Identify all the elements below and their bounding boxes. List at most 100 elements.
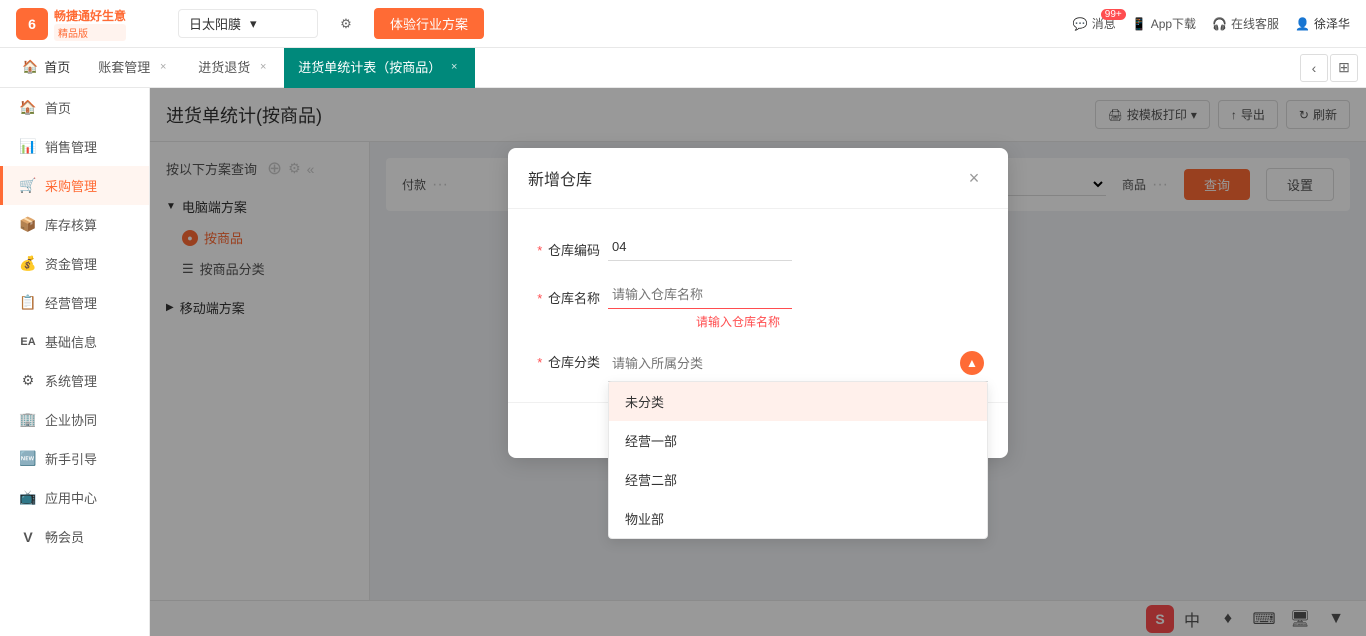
vip-icon: V — [19, 528, 37, 546]
sidebar: 🏠 首页 📊 销售管理 🛒 采购管理 📦 库存核算 💰 资金管理 📋 经营管理 … — [0, 88, 150, 636]
phone-icon: 📱 — [1132, 17, 1147, 31]
online-service-label: 在线客服 — [1231, 15, 1279, 32]
brand-name: 畅捷通好生意 — [54, 7, 126, 24]
store-selector[interactable]: 日太阳膜 ▾ — [178, 9, 318, 38]
sidebar-enterprise-label: 企业协同 — [45, 410, 97, 429]
brand-text: 畅捷通好生意 精品版 — [54, 7, 126, 41]
avatar-icon: 👤 — [1295, 17, 1310, 31]
sidebar-basic-info-label: 基础信息 — [45, 332, 97, 351]
sales-icon: 📊 — [19, 138, 37, 156]
option-dept1[interactable]: 经营一部 — [609, 421, 987, 460]
required-star-category: * — [537, 355, 542, 370]
home-icon: 🏠 — [22, 59, 38, 75]
guide-icon: 🆕 — [19, 450, 37, 468]
sidebar-item-guide[interactable]: 🆕 新手引导 — [0, 439, 149, 478]
sidebar-item-home[interactable]: 🏠 首页 — [0, 88, 149, 127]
required-star-code: * — [537, 243, 542, 258]
option-uncategorized[interactable]: 未分类 — [609, 382, 987, 421]
tab-purchase-return-close[interactable]: × — [256, 60, 270, 74]
tab-account-label: 账套管理 — [98, 57, 150, 76]
system-icon: ⚙ — [19, 372, 37, 390]
tab-purchase-stat-close[interactable]: × — [447, 60, 461, 74]
sidebar-item-sales[interactable]: 📊 销售管理 — [0, 127, 149, 166]
user-menu[interactable]: 👤 徐泽华 — [1295, 15, 1350, 32]
header-right: 💬 消息 99+ 📱 App下载 🎧 在线客服 👤 徐泽华 — [1073, 15, 1350, 32]
code-label-text: 仓库编码 — [548, 243, 600, 258]
sidebar-item-finance[interactable]: 💰 资金管理 — [0, 244, 149, 283]
sidebar-home-label: 首页 — [45, 98, 71, 117]
sidebar-item-basic-info[interactable]: EA 基础信息 — [0, 322, 149, 361]
warehouse-name-row: * 仓库名称 请输入仓库名称 — [528, 281, 988, 309]
content-area: 进货单统计(按商品) 🖨 按模板打印 ▾ ↑ 导出 ↻ 刷新 — [150, 88, 1366, 636]
add-warehouse-modal: 新增仓库 × * 仓库编码 — [508, 148, 1008, 458]
purchase-icon: 🛒 — [19, 177, 37, 195]
category-label: * 仓库分类 — [528, 345, 608, 371]
sidebar-item-inventory[interactable]: 📦 库存核算 — [0, 205, 149, 244]
app-download-button[interactable]: 📱 App下载 — [1132, 15, 1196, 32]
category-dropdown-trigger[interactable]: ▲ — [608, 345, 988, 382]
top-header: 6 畅捷通好生意 精品版 日太阳膜 ▾ ⚙ 体验行业方案 💬 消息 99+ 📱 … — [0, 0, 1366, 48]
required-star-name: * — [537, 291, 542, 306]
modal-close-button[interactable]: × — [960, 164, 988, 192]
brand-badge: 精品版 — [54, 24, 126, 41]
modal-overlay: 新增仓库 × * 仓库编码 — [150, 88, 1366, 636]
code-input-wrapper — [608, 233, 988, 261]
sidebar-item-app-center[interactable]: 📺 应用中心 — [0, 478, 149, 517]
code-label: * 仓库编码 — [528, 233, 608, 259]
app-logo-icon: 6 — [16, 8, 48, 40]
dropdown-up-arrow[interactable]: ▲ — [960, 351, 984, 375]
tab-account[interactable]: 账套管理 × — [84, 48, 184, 88]
tab-account-close[interactable]: × — [156, 60, 170, 74]
message-button[interactable]: 💬 消息 99+ — [1073, 15, 1116, 32]
message-badge: 99+ — [1101, 9, 1126, 20]
main-layout: 🏠 首页 📊 销售管理 🛒 采购管理 📦 库存核算 💰 资金管理 📋 经营管理 … — [0, 88, 1366, 636]
tab-home[interactable]: 🏠 首页 — [8, 48, 84, 88]
sidebar-operation-label: 经营管理 — [45, 293, 97, 312]
sidebar-item-operation[interactable]: 📋 经营管理 — [0, 283, 149, 322]
category-dropdown-list: 未分类 经营一部 经营二部 物业部 — [608, 381, 988, 539]
name-error-message: 请输入仓库名称 — [696, 313, 780, 330]
sidebar-inventory-label: 库存核算 — [45, 215, 97, 234]
tab-purchase-return[interactable]: 进货退货 × — [184, 48, 284, 88]
trial-button[interactable]: 体验行业方案 — [374, 8, 484, 39]
username-label: 徐泽华 — [1314, 15, 1350, 32]
name-input-wrapper: 请输入仓库名称 — [608, 281, 988, 309]
tab-bar: 🏠 首页 账套管理 × 进货退货 × 进货单统计表（按商品） × ‹ ⊞ — [0, 48, 1366, 88]
tab-purchase-stat-label: 进货单统计表（按商品） — [298, 57, 441, 76]
sidebar-finance-label: 资金管理 — [45, 254, 97, 273]
tab-purchase-return-label: 进货退货 — [198, 57, 250, 76]
headset-icon: 🎧 — [1212, 17, 1227, 31]
category-input[interactable] — [612, 356, 960, 371]
chevron-icon: ▾ — [250, 16, 307, 32]
settings-button[interactable]: ⚙ — [330, 8, 362, 40]
sidebar-purchase-label: 采购管理 — [45, 176, 97, 195]
sidebar-item-purchase[interactable]: 🛒 采购管理 — [0, 166, 149, 205]
option-property[interactable]: 物业部 — [609, 499, 987, 538]
sidebar-item-vip[interactable]: V 畅会员 — [0, 517, 149, 556]
operation-icon: 📋 — [19, 294, 37, 312]
modal-title: 新增仓库 — [528, 166, 592, 190]
tab-prev-button[interactable]: ‹ — [1300, 54, 1328, 82]
basic-info-icon: EA — [19, 333, 37, 351]
tab-home-label: 首页 — [44, 57, 70, 76]
warehouse-code-row: * 仓库编码 — [528, 233, 988, 261]
app-center-icon: 📺 — [19, 489, 37, 507]
warehouse-name-input[interactable] — [608, 281, 792, 309]
tab-next-button[interactable]: ⊞ — [1330, 54, 1358, 82]
warehouse-category-row: * 仓库分类 ▲ 未分类 经营一部 经 — [528, 345, 988, 382]
option-dept2[interactable]: 经营二部 — [609, 460, 987, 499]
sidebar-app-center-label: 应用中心 — [45, 488, 97, 507]
online-service-button[interactable]: 🎧 在线客服 — [1212, 15, 1279, 32]
sidebar-item-system[interactable]: ⚙ 系统管理 — [0, 361, 149, 400]
sidebar-system-label: 系统管理 — [45, 371, 97, 390]
warehouse-code-input[interactable] — [608, 233, 792, 261]
home-sidebar-icon: 🏠 — [19, 99, 37, 117]
logo-area: 6 畅捷通好生意 精品版 — [16, 7, 166, 41]
modal-body: * 仓库编码 * 仓库名称 — [508, 209, 1008, 402]
tab-purchase-stat[interactable]: 进货单统计表（按商品） × — [284, 48, 475, 88]
modal-header: 新增仓库 × — [508, 148, 1008, 209]
message-icon: 💬 — [1073, 17, 1088, 31]
sidebar-item-enterprise[interactable]: 🏢 企业协同 — [0, 400, 149, 439]
sidebar-sales-label: 销售管理 — [45, 137, 97, 156]
name-label-text: 仓库名称 — [548, 291, 600, 306]
